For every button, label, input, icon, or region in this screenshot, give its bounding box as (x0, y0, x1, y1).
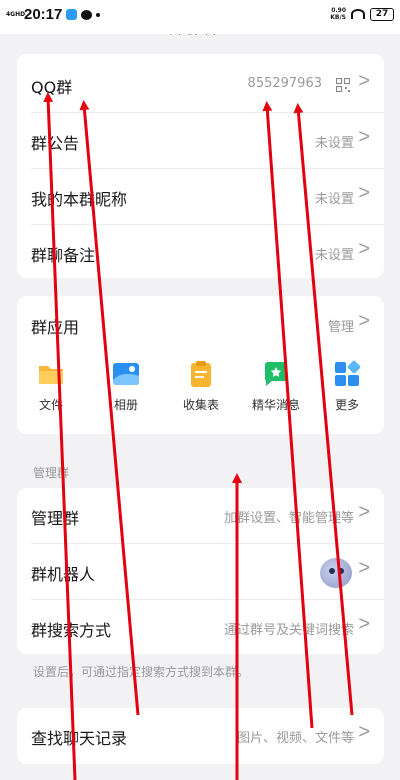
row-value: 图片、视频、文件等 (236, 731, 354, 746)
row-value: 未设置 (314, 136, 354, 151)
row-label: 管理群 (31, 509, 80, 528)
announcement-row[interactable]: 群公告 未设置 > (17, 113, 384, 169)
my-nickname-row[interactable]: 我的本群昵称 未设置 > (17, 169, 384, 225)
app-label: 文件 (38, 398, 63, 412)
app-item-album[interactable]: 相册 (94, 356, 158, 413)
chevron-right-icon: > (358, 613, 370, 635)
chevron-right-icon: > (358, 310, 370, 332)
search-method-row[interactable]: 群搜索方式 通过群号及关键词搜索 > (17, 600, 384, 656)
manage-apps-link[interactable]: 管理 (328, 316, 354, 335)
chevron-right-icon: > (358, 70, 370, 92)
dot-notification-icon (96, 12, 101, 17)
chat-history-card: 查找聊天记录 图片、视频、文件等 > (17, 708, 384, 764)
row-label: 我的本群昵称 (31, 190, 128, 209)
app-item-files[interactable]: 文件 (19, 356, 83, 413)
app-item-more[interactable]: 更多 (315, 356, 379, 413)
status-time: 20:17 (24, 6, 63, 23)
search-method-note: 设置后，可通过指定搜索方式搜到本群。 (33, 665, 250, 679)
clipboard-icon (191, 361, 211, 387)
robot-avatar-icon (320, 558, 352, 588)
section-label: 群应用 (31, 318, 80, 337)
row-value: 未设置 (314, 248, 354, 263)
app-notification-icon (66, 9, 78, 20)
row-label: 群机器人 (31, 565, 96, 584)
app-label: 收集表 (182, 398, 219, 412)
manage-section-heading: 管理群 (33, 466, 70, 480)
chevron-right-icon: > (358, 238, 370, 260)
row-label: 查找聊天记录 (31, 729, 128, 748)
wifi-icon (351, 9, 365, 19)
folder-icon (39, 366, 63, 384)
app-label: 更多 (334, 398, 359, 412)
app-item-highlights[interactable]: 精华消息 (244, 356, 308, 413)
group-apps-card: 群应用 管理 > 文件 相册 收集表 精华消息 更多 (17, 296, 384, 434)
album-icon (113, 363, 139, 385)
app-item-collection-form[interactable]: 收集表 (169, 356, 233, 413)
chevron-right-icon: > (358, 126, 370, 148)
manage-group-card: 管理群 加群设置、智能管理等 > 群机器人 > 群搜索方式 通过群号及关键词搜索… (17, 488, 384, 654)
group-apps-header[interactable]: 群应用 管理 > (17, 297, 384, 353)
row-label: QQ群 (31, 78, 73, 97)
highlight-message-icon (265, 362, 287, 386)
app-label: 相册 (113, 398, 138, 412)
bottom-edge (0, 764, 400, 780)
row-value: 未设置 (314, 192, 354, 207)
more-apps-icon (335, 360, 361, 386)
network-speed: 0.90 KB/S (330, 7, 346, 21)
chevron-right-icon: > (358, 557, 370, 579)
group-remark-row[interactable]: 群聊备注 未设置 > (17, 225, 384, 281)
row-label: 群聊备注 (31, 246, 96, 265)
status-bar: 4GHD 20:17 0.90 KB/S 27 (0, 0, 400, 34)
qq-group-row[interactable]: QQ群 855297963 > (17, 57, 384, 113)
chevron-right-icon: > (358, 182, 370, 204)
row-value: 加群设置、智能管理等 (223, 511, 354, 526)
chat-notification-icon (81, 9, 93, 20)
find-chat-history-row[interactable]: 查找聊天记录 图片、视频、文件等 > (17, 708, 384, 764)
manage-group-row[interactable]: 管理群 加群设置、智能管理等 > (17, 488, 384, 544)
group-number: 855297963 (247, 76, 322, 91)
app-label: 精华消息 (251, 398, 300, 412)
row-value: 通过群号及关键词搜索 (223, 623, 354, 638)
group-info-card: QQ群 855297963 > 群公告 未设置 > 我的本群昵称 未设置 > 群… (17, 54, 384, 278)
chevron-right-icon: > (358, 721, 370, 743)
app-grid: 文件 相册 收集表 精华消息 更多 (17, 356, 384, 426)
row-label: 群搜索方式 (31, 621, 112, 640)
chevron-right-icon: > (358, 501, 370, 523)
battery-indicator: 27 (370, 7, 394, 21)
group-robot-row[interactable]: 群机器人 > (17, 544, 384, 600)
network-indicator: 4GHD (6, 11, 26, 18)
qr-code-icon[interactable] (336, 78, 350, 92)
row-label: 群公告 (31, 134, 80, 153)
